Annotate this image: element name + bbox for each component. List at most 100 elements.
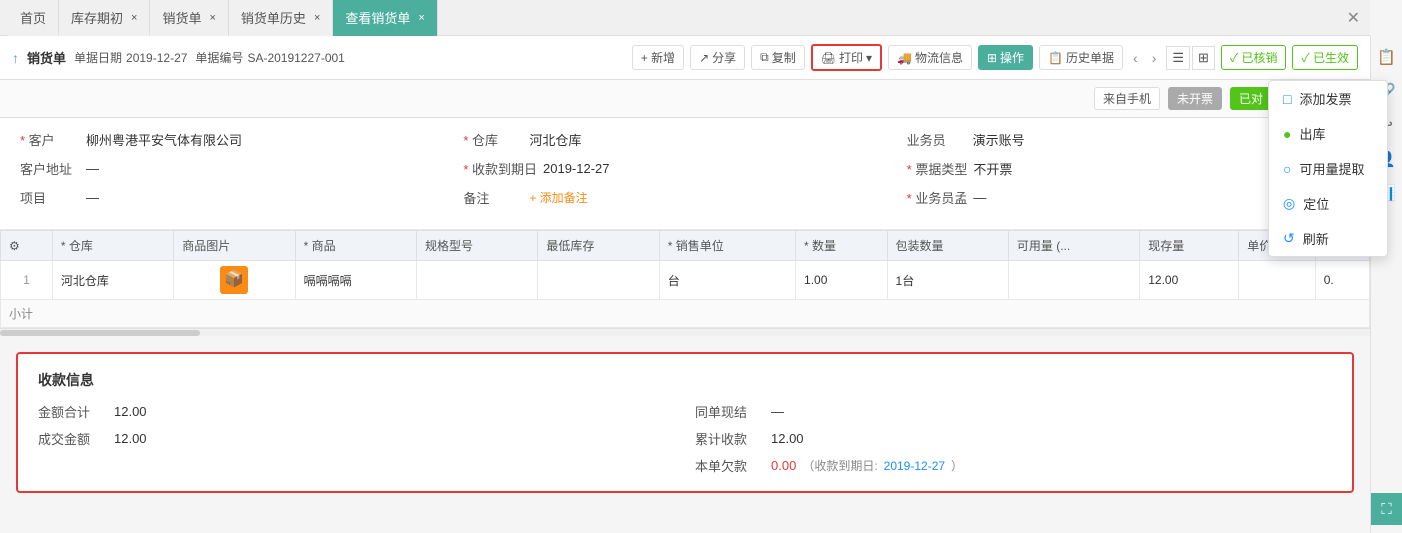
sidebar-expand-icon[interactable]: ⛶: [1371, 493, 1402, 525]
payment-date-value: 2019-12-27: [543, 161, 610, 176]
grid-view-icon[interactable]: ⊞: [1192, 46, 1215, 70]
payment-total-value: 12.00: [114, 404, 147, 419]
dropdown-outstock-label: 出库: [1299, 124, 1325, 143]
print-icon: 🖨: [821, 51, 836, 65]
staff-value: 演示账号: [973, 130, 1025, 149]
tab-inventory-init[interactable]: 库存期初 ×: [59, 0, 150, 36]
payment-due-date: 2019-12-27: [884, 459, 945, 473]
customer-value: 柳州粤港平安气体有限公司: [86, 130, 242, 149]
share-button[interactable]: ↗ 分享: [690, 45, 745, 70]
project-label: 项目: [20, 188, 80, 207]
warehouse-value: 河北仓库: [529, 130, 581, 149]
payment-cumulative: 累计收款 12.00: [695, 429, 1332, 448]
dropdown-outstock[interactable]: ● 出库: [1269, 116, 1387, 151]
col-warehouse: * 仓库: [52, 231, 173, 261]
address-field: 客户地址 —: [20, 159, 463, 178]
cell-qty: 1.00: [796, 261, 888, 300]
cell-price: [1239, 261, 1316, 300]
cell-pkg-qty: 1台: [887, 261, 1008, 300]
add-invoice-icon: □: [1283, 91, 1291, 107]
cell-image: 📦: [174, 261, 295, 300]
note-field: 备注 添加备注: [463, 188, 906, 207]
tab-home[interactable]: 首页: [8, 0, 59, 36]
not-open-button[interactable]: 未开票: [1168, 87, 1222, 110]
tab-sales-order[interactable]: 销货单 ×: [150, 0, 228, 36]
tab-close-history[interactable]: ×: [314, 12, 320, 24]
payment-debt-label: 本单欠款: [695, 456, 765, 475]
check-button[interactable]: 已对: [1230, 87, 1272, 110]
table-row: 1 河北仓库 📦 嗝嗝嗝嗝 台 1.00 1台 12.00 0.: [1, 261, 1370, 300]
cell-warehouse: 河北仓库: [52, 261, 173, 300]
payment-total-label: 金额合计: [38, 402, 108, 421]
logistics-icon: 🚚: [897, 51, 912, 65]
canceled-button[interactable]: ✓ 已核销: [1221, 45, 1287, 70]
product-image: 📦: [220, 266, 248, 294]
cell-amount: 0.: [1315, 261, 1369, 300]
cell-goods: 嗝嗝嗝嗝: [295, 261, 416, 300]
dropdown-locate[interactable]: ◎ 定位: [1269, 186, 1387, 221]
view-toggle: ☰ ⊞: [1166, 46, 1215, 70]
payment-empty: [38, 456, 675, 475]
customer-field: 客户 柳州粤港平安气体有限公司: [20, 130, 463, 149]
address-label: 客户地址: [20, 159, 80, 178]
col-spec: 规格型号: [416, 231, 537, 261]
history-button[interactable]: 📋 历史单据: [1039, 45, 1123, 70]
dropdown-add-invoice-label: 添加发票: [1299, 89, 1351, 108]
payment-same-order: 同单现结 —: [695, 402, 1332, 421]
row-num: 1: [1, 261, 53, 300]
date-label: 单据日期: [74, 49, 122, 66]
copy-button[interactable]: ⧉ 复制: [751, 45, 805, 70]
col-pkg-qty: 包装数量: [887, 231, 1008, 261]
form-row-3: 项目 — 备注 添加备注 业务员孟 —: [20, 188, 1350, 207]
payment-grid: 金额合计 12.00 同单现结 — 成交金额 12.00 累计收款 12.00: [38, 402, 1332, 475]
nav-next-arrow[interactable]: ›: [1148, 48, 1161, 68]
tab-close-sales[interactable]: ×: [209, 12, 215, 24]
dropdown-refresh-label: 刷新: [1303, 229, 1329, 248]
date-value: 2019-12-27: [126, 51, 187, 65]
tab-close-inventory[interactable]: ×: [131, 12, 137, 24]
toolbar-left: ↑ 销货单 单据日期 2019-12-27 单据编号 SA-20191227-0…: [12, 48, 624, 67]
avail-qty-icon: ○: [1283, 161, 1291, 177]
form-row-2: 客户地址 — 收款到期日 2019-12-27 票据类型 不开票: [20, 159, 1350, 178]
dropdown-locate-label: 定位: [1303, 194, 1329, 213]
operation-dropdown: □ 添加发票 ● 出库 ○ 可用量提取 ◎ 定位 ↺ 刷新: [1268, 80, 1388, 257]
col-image: 商品图片: [174, 231, 295, 261]
payment-date-field: 收款到期日 2019-12-27: [463, 159, 906, 178]
logistics-button[interactable]: 🚚 物流信息: [888, 45, 972, 70]
cell-min-stock: [538, 261, 659, 300]
dropdown-refresh[interactable]: ↺ 刷新: [1269, 221, 1387, 256]
tab-view-sales[interactable]: 查看销货单 ×: [333, 0, 437, 36]
note-label: 备注: [463, 188, 523, 207]
print-button[interactable]: 🖨 打印 ▾: [811, 44, 882, 71]
sales-staff-value: —: [973, 190, 986, 205]
tab-close-view[interactable]: ×: [418, 12, 424, 24]
payment-debt-suffix: （收款到期日:: [802, 457, 877, 474]
add-note-button[interactable]: 添加备注: [529, 189, 587, 206]
effective-button[interactable]: ✓ 已生效: [1292, 45, 1358, 70]
from-phone-button[interactable]: 来自手机: [1094, 87, 1160, 110]
sidebar-doc-icon[interactable]: 📋: [1373, 44, 1400, 70]
operation-button[interactable]: ⊞ 操作: [978, 45, 1033, 70]
tab-sales-history[interactable]: 销货单历史 ×: [229, 0, 333, 36]
operation-icon: ⊞: [987, 51, 997, 65]
col-settings[interactable]: ⚙: [1, 231, 53, 261]
col-unit: * 销售单位: [659, 231, 795, 261]
scroll-bar[interactable]: [0, 328, 1370, 336]
payment-debt: 本单欠款 0.00 （收款到期日: 2019-12-27 ）: [695, 456, 1332, 475]
bottom-section: 收款信息 金额合计 12.00 同单现结 — 成交金额 12.00: [0, 336, 1370, 509]
project-field: 项目 —: [20, 188, 463, 207]
table-header-row: ⚙ * 仓库 商品图片 * 商品 规格型号 最低库存 * 销售单位 * 数量 包…: [1, 231, 1370, 261]
dropdown-avail-qty[interactable]: ○ 可用量提取: [1269, 151, 1387, 186]
form-area: 客户 柳州粤港平安气体有限公司 仓库 河北仓库 业务员 演示账号 客户地址 — …: [0, 118, 1370, 230]
dropdown-add-invoice[interactable]: □ 添加发票: [1269, 81, 1387, 116]
payment-debt-value: 0.00: [771, 458, 796, 473]
list-view-icon[interactable]: ☰: [1166, 46, 1190, 70]
new-button[interactable]: + 新增: [632, 45, 684, 70]
nav-prev-arrow[interactable]: ‹: [1129, 48, 1142, 68]
invoice-label: 票据类型: [907, 159, 968, 178]
customer-label: 客户: [20, 130, 80, 149]
toolbar-right: + 新增 ↗ 分享 ⧉ 复制 🖨 打印 ▾ 🚚 物流信息 ⊞ 操作: [632, 44, 1358, 71]
date-field: 单据日期 2019-12-27: [74, 49, 187, 66]
window-close-button[interactable]: ✕: [1347, 8, 1360, 28]
history-icon: 📋: [1048, 51, 1063, 65]
